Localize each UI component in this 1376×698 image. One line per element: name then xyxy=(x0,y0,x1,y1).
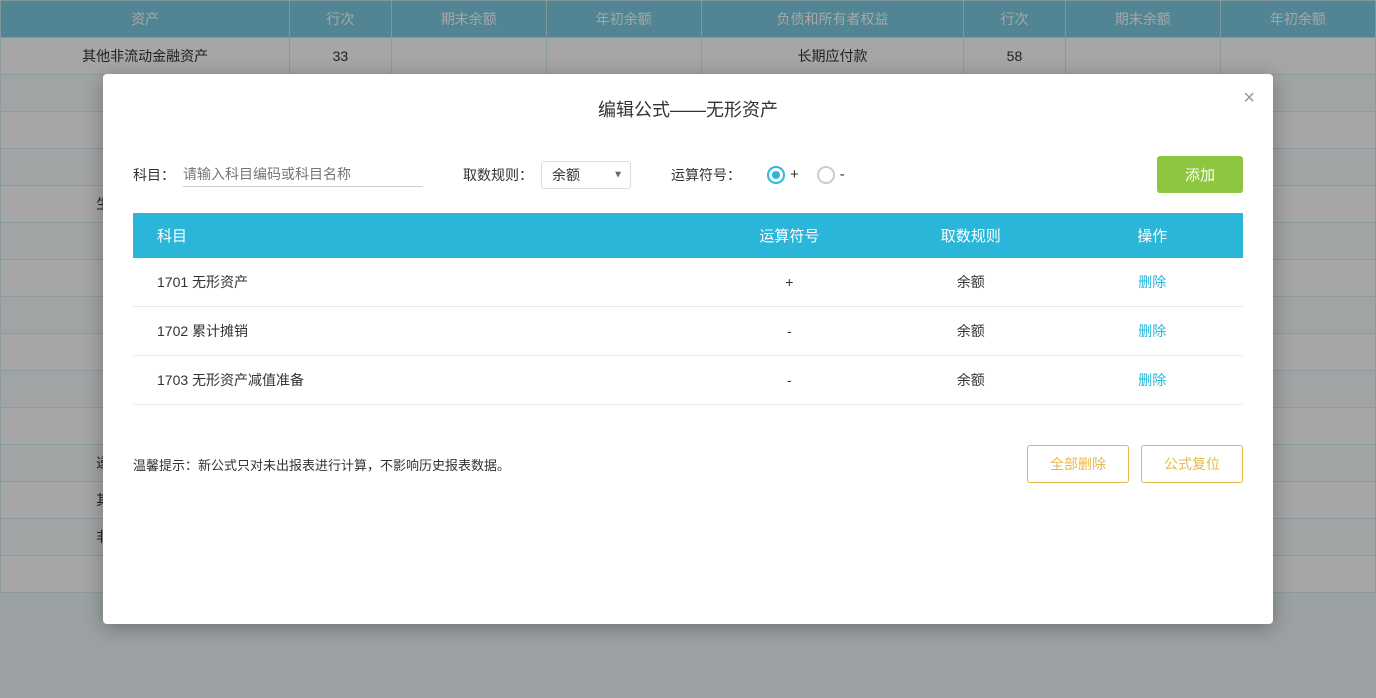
modal-footer: 温馨提示：新公式只对未出报表进行计算，不影响历史报表数据。 全部删除 公式复位 xyxy=(103,425,1273,507)
modal-close-button[interactable]: × xyxy=(1243,88,1255,108)
th-subject: 科目 xyxy=(133,213,699,258)
operator-minus-label: - xyxy=(840,166,845,183)
rule-section: 取数规则： 余额 借方 贷方 ▼ xyxy=(463,161,631,189)
modal-overlay: 编辑公式——无形资产 × 科目： 取数规则： 余额 借方 贷方 ▼ 运算符号： xyxy=(0,0,1376,698)
formula-table: 科目 运算符号 取数规则 操作 1701 无形资产 + 余额 删除 1702 累… xyxy=(133,213,1243,405)
formula-subject-cell: 1701 无形资产 xyxy=(133,258,699,307)
formula-operator-cell: - xyxy=(699,356,880,405)
operator-plus-label: + xyxy=(790,166,799,183)
add-button[interactable]: 添加 xyxy=(1157,156,1243,193)
modal-title: 编辑公式——无形资产 xyxy=(103,74,1273,140)
footer-tip: 温馨提示：新公式只对未出报表进行计算，不影响历史报表数据。 xyxy=(133,455,510,474)
rule-label: 取数规则： xyxy=(463,165,533,185)
edit-formula-modal: 编辑公式——无形资产 × 科目： 取数规则： 余额 借方 贷方 ▼ 运算符号： xyxy=(103,74,1273,624)
delete-row-link[interactable]: 删除 xyxy=(1138,274,1166,290)
rule-select[interactable]: 余额 借方 贷方 xyxy=(541,161,631,189)
operator-plus-radio[interactable]: + xyxy=(767,166,799,184)
subject-label: 科目： xyxy=(133,165,175,185)
formula-action-cell: 删除 xyxy=(1062,356,1243,405)
formula-table-row: 1703 无形资产减值准备 - 余额 删除 xyxy=(133,356,1243,405)
formula-rule-cell: 余额 xyxy=(880,258,1061,307)
delete-row-link[interactable]: 删除 xyxy=(1138,372,1166,388)
th-operator: 运算符号 xyxy=(699,213,880,258)
formula-subject-cell: 1703 无形资产减值准备 xyxy=(133,356,699,405)
operator-group: 运算符号： + - xyxy=(671,165,845,185)
formula-table-wrap: 科目 运算符号 取数规则 操作 1701 无形资产 + 余额 删除 1702 累… xyxy=(103,213,1273,405)
radio-plus-circle xyxy=(767,166,785,184)
formula-action-cell: 删除 xyxy=(1062,307,1243,356)
tip-prefix: 温馨提示： xyxy=(133,458,198,473)
formula-operator-cell: - xyxy=(699,307,880,356)
formula-rule-cell: 余额 xyxy=(880,307,1061,356)
footer-buttons: 全部删除 公式复位 xyxy=(1027,445,1243,483)
subject-input[interactable] xyxy=(183,162,423,187)
th-rule: 取数规则 xyxy=(880,213,1061,258)
delete-all-button[interactable]: 全部删除 xyxy=(1027,445,1129,483)
delete-row-link[interactable]: 删除 xyxy=(1138,323,1166,339)
reset-formula-button[interactable]: 公式复位 xyxy=(1141,445,1243,483)
rule-select-wrap: 余额 借方 贷方 ▼ xyxy=(541,161,631,189)
formula-form: 科目： 取数规则： 余额 借方 贷方 ▼ 运算符号： + xyxy=(103,140,1273,213)
formula-operator-cell: + xyxy=(699,258,880,307)
formula-table-row: 1701 无形资产 + 余额 删除 xyxy=(133,258,1243,307)
th-action: 操作 xyxy=(1062,213,1243,258)
formula-action-cell: 删除 xyxy=(1062,258,1243,307)
operator-minus-radio[interactable]: - xyxy=(817,166,845,184)
tip-text: 新公式只对未出报表进行计算，不影响历史报表数据。 xyxy=(198,458,510,473)
radio-minus-circle xyxy=(817,166,835,184)
formula-rule-cell: 余额 xyxy=(880,356,1061,405)
formula-table-row: 1702 累计摊销 - 余额 删除 xyxy=(133,307,1243,356)
operator-label: 运算符号： xyxy=(671,165,741,185)
formula-subject-cell: 1702 累计摊销 xyxy=(133,307,699,356)
